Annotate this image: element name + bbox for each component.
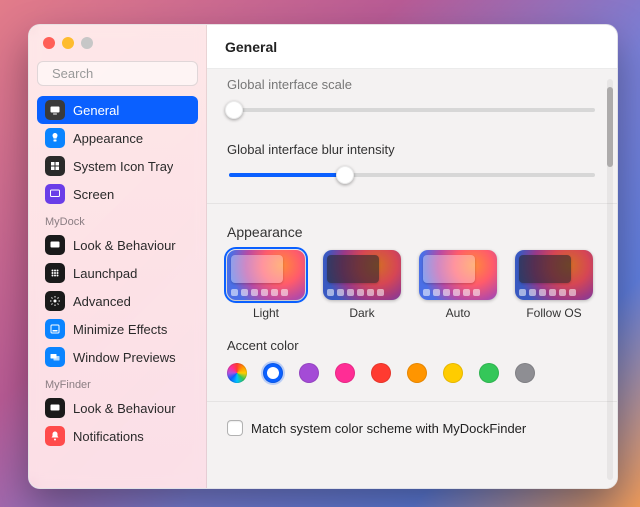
theme-thumbnail <box>323 250 401 300</box>
sidebar-item-label: Notifications <box>73 429 144 444</box>
theme-label: Dark <box>349 306 374 320</box>
page-title: General <box>225 39 277 55</box>
tray-icon <box>45 156 65 176</box>
advanced-icon <box>45 291 65 311</box>
theme-thumbnail <box>419 250 497 300</box>
scale-slider[interactable] <box>227 100 597 120</box>
screen-icon <box>45 184 65 204</box>
theme-thumbnail <box>227 250 305 300</box>
preferences-window: General Appearance System Icon Tray Screen M… <box>28 24 618 489</box>
accent-swatch-pink[interactable] <box>335 363 355 383</box>
sidebar: General Appearance System Icon Tray Screen M… <box>29 25 207 488</box>
launchpad-icon <box>45 263 65 283</box>
sidebar-item-minimize-effects[interactable]: Minimize Effects <box>37 315 198 343</box>
accent-swatches <box>227 363 597 383</box>
match-system-label: Match system color scheme with MyDockFin… <box>251 421 526 436</box>
sidebar-item-label: Advanced <box>73 294 131 309</box>
general-icon <box>45 100 65 120</box>
appearance-title: Appearance <box>227 224 597 240</box>
blur-field: Global interface blur intensity <box>227 142 597 185</box>
scale-label: Global interface scale <box>227 77 597 92</box>
accent-swatch-yellow[interactable] <box>443 363 463 383</box>
theme-option-light[interactable]: Light <box>227 250 305 320</box>
accent-swatch-red[interactable] <box>371 363 391 383</box>
previews-icon <box>45 347 65 367</box>
sidebar-item-label: Minimize Effects <box>73 322 167 337</box>
sidebar-item-label: System Icon Tray <box>73 159 173 174</box>
scale-field: Global interface scale <box>227 77 597 120</box>
sidebar-item-screen[interactable]: Screen <box>37 180 198 208</box>
sidebar-item-system-icon-tray[interactable]: System Icon Tray <box>37 152 198 180</box>
sidebar-item-label: Launchpad <box>73 266 137 281</box>
theme-label: Follow OS <box>526 306 581 320</box>
appearance-options: Light Dark Auto Follow OS <box>227 250 597 320</box>
sidebar-item-look-behaviour[interactable]: Look & Behaviour <box>37 394 198 422</box>
sidebar-section-label: MyFinder <box>37 371 198 394</box>
sidebar-item-label: Appearance <box>73 131 143 146</box>
close-icon[interactable] <box>43 37 55 49</box>
sidebar-item-advanced[interactable]: Advanced <box>37 287 198 315</box>
main-panel: General Global interface scale Global in… <box>207 25 617 488</box>
sidebar-item-window-previews[interactable]: Window Previews <box>37 343 198 371</box>
zoom-icon[interactable] <box>81 37 93 49</box>
traffic-lights <box>43 37 196 49</box>
sidebar-item-label: Look & Behaviour <box>73 238 176 253</box>
scrollbar[interactable] <box>607 79 613 480</box>
titlebar: General <box>207 25 617 69</box>
search-field[interactable] <box>37 61 198 86</box>
theme-option-dark[interactable]: Dark <box>323 250 401 320</box>
sidebar-item-notifications[interactable]: Notifications <box>37 422 198 450</box>
sidebar-item-appearance[interactable]: Appearance <box>37 124 198 152</box>
theme-option-follow-os[interactable]: Follow OS <box>515 250 593 320</box>
appearance-icon <box>45 128 65 148</box>
search-input[interactable] <box>52 66 207 81</box>
sidebar-item-label: General <box>73 103 119 118</box>
sidebar-item-general[interactable]: General <box>37 96 198 124</box>
look-icon <box>45 398 65 418</box>
accent-swatch-blue[interactable] <box>263 363 283 383</box>
accent-title: Accent color <box>227 338 597 353</box>
accent-swatch-green[interactable] <box>479 363 499 383</box>
scroll-thumb[interactable] <box>607 87 613 167</box>
notifications-icon <box>45 426 65 446</box>
accent-swatch-orange[interactable] <box>407 363 427 383</box>
theme-label: Light <box>253 306 279 320</box>
accent-swatch-purple[interactable] <box>299 363 319 383</box>
accent-swatch-graphite[interactable] <box>515 363 535 383</box>
theme-thumbnail <box>515 250 593 300</box>
content-scroll[interactable]: Global interface scale Global interface … <box>207 69 617 488</box>
divider <box>207 203 617 204</box>
minimize-icon <box>45 319 65 339</box>
sidebar-item-label: Look & Behaviour <box>73 401 176 416</box>
minimize-icon[interactable] <box>62 37 74 49</box>
blur-label: Global interface blur intensity <box>227 142 597 157</box>
look-icon <box>45 235 65 255</box>
theme-label: Auto <box>446 306 471 320</box>
divider <box>207 401 617 402</box>
blur-slider[interactable] <box>227 165 597 185</box>
sidebar-nav: General Appearance System Icon Tray Screen M… <box>37 96 198 450</box>
sidebar-section-label: MyDock <box>37 208 198 231</box>
match-system-row[interactable]: Match system color scheme with MyDockFin… <box>227 420 597 436</box>
theme-option-auto[interactable]: Auto <box>419 250 497 320</box>
sidebar-item-label: Screen <box>73 187 114 202</box>
sidebar-item-launchpad[interactable]: Launchpad <box>37 259 198 287</box>
accent-swatch-multicolor[interactable] <box>227 363 247 383</box>
sidebar-item-look-behaviour[interactable]: Look & Behaviour <box>37 231 198 259</box>
match-system-checkbox[interactable] <box>227 420 243 436</box>
sidebar-item-label: Window Previews <box>73 350 176 365</box>
